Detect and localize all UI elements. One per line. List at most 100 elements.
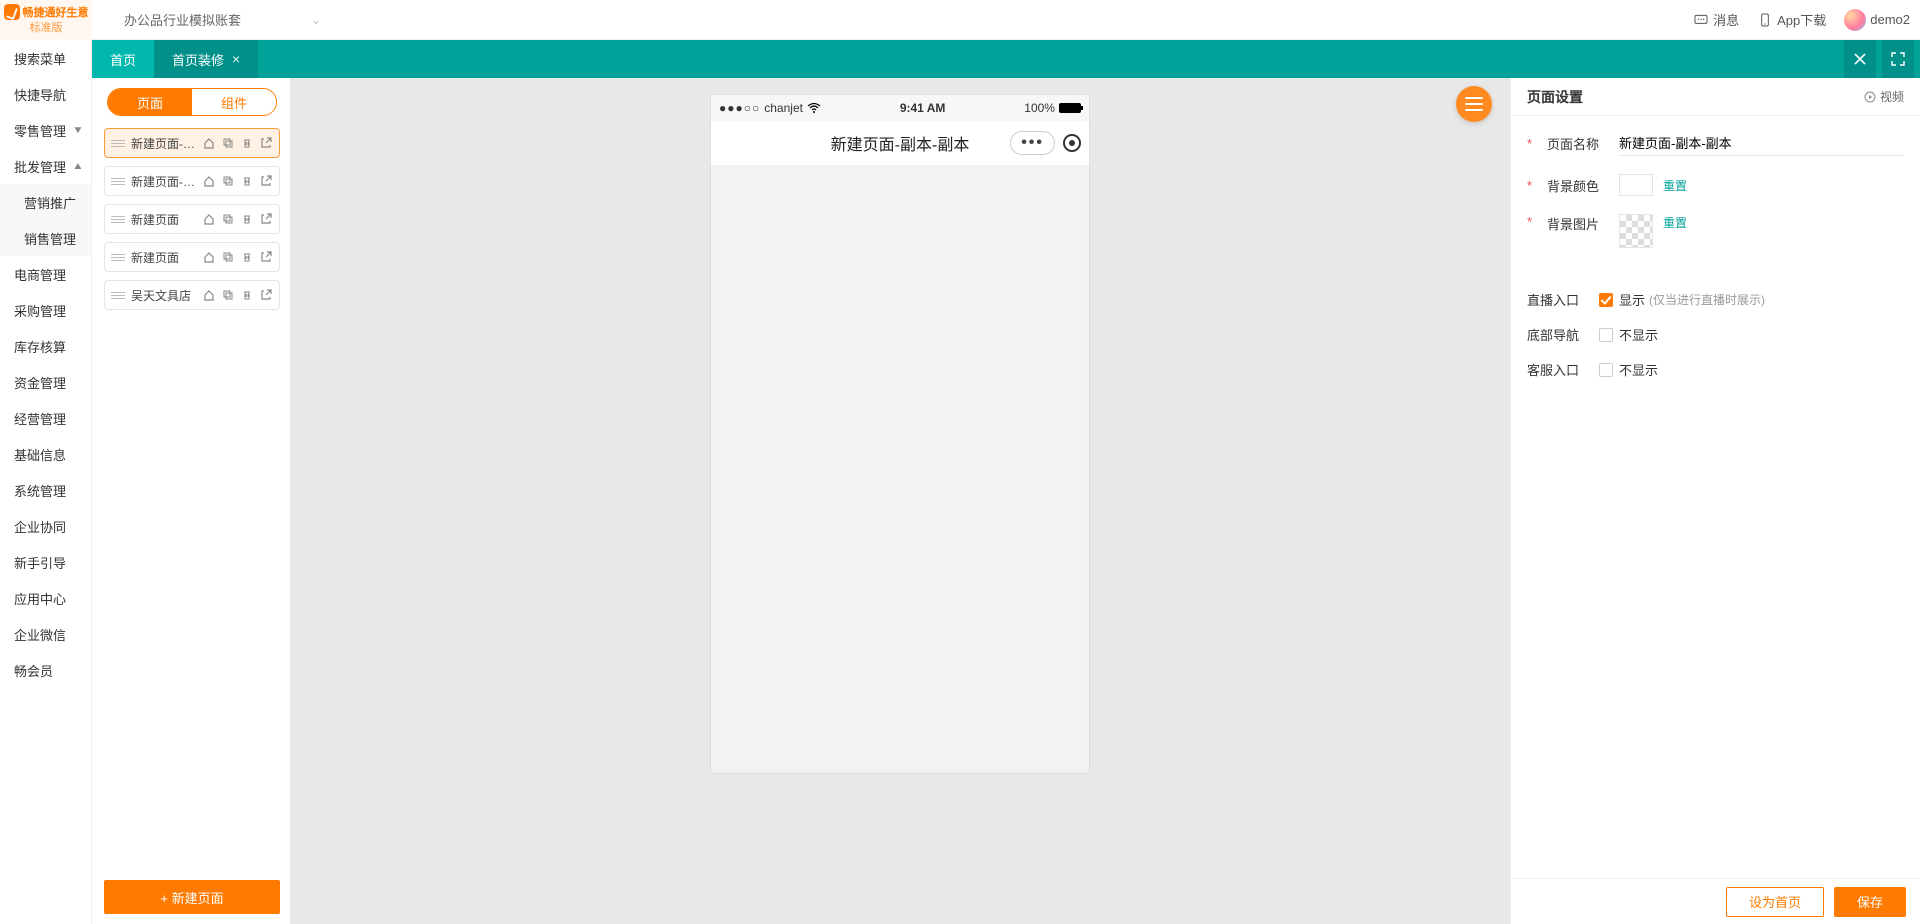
copy-icon[interactable] (221, 174, 235, 188)
delete-icon[interactable] (240, 288, 254, 302)
chevron-icon: ▼ (72, 125, 84, 136)
nav-item[interactable]: 采购管理 (0, 292, 91, 328)
tab-home[interactable]: 首页 (92, 40, 154, 78)
save-button[interactable]: 保存 (1834, 887, 1906, 917)
nav-item[interactable]: 批发管理▲ (0, 148, 91, 184)
page-item-name: 新建页面-副本 (131, 173, 196, 190)
page-list-item[interactable]: 新建页面-副本 (104, 166, 280, 196)
external-icon[interactable] (259, 250, 273, 264)
signal-icon: ●●●○○ (719, 101, 760, 115)
shop-selector[interactable]: 办公品行业模拟账套 ⌄ (124, 10, 321, 29)
page-name-label: 页面名称 (1547, 134, 1609, 153)
bg-image-picker[interactable] (1619, 214, 1653, 248)
page-list-item[interactable]: 新建页面 (104, 204, 280, 234)
expand-icon (1891, 52, 1905, 66)
set-home-button[interactable]: 设为首页 (1726, 887, 1824, 917)
fullscreen-button[interactable] (1882, 40, 1914, 78)
home-icon[interactable] (202, 250, 216, 264)
delete-icon[interactable] (240, 212, 254, 226)
canvas: ●●●○○ chanjet 9:41 AM 100% (290, 78, 1510, 924)
copy-icon[interactable] (221, 250, 235, 264)
home-icon[interactable] (202, 174, 216, 188)
bottom-nav-text: 不显示 (1619, 325, 1658, 344)
nav-item[interactable]: 应用中心 (0, 580, 91, 616)
x-icon (1853, 52, 1867, 66)
chevron-down-icon: ⌄ (311, 13, 321, 27)
nav-item[interactable]: 新手引导 (0, 544, 91, 580)
video-help-button[interactable]: 视频 (1864, 88, 1904, 105)
nav-item[interactable]: 企业协同 (0, 508, 91, 544)
external-icon[interactable] (259, 212, 273, 226)
bottom-nav-checkbox[interactable] (1599, 328, 1613, 342)
nav-item[interactable]: 快捷导航 (0, 76, 91, 112)
fab-menu-button[interactable] (1456, 86, 1492, 122)
live-show-text: 显示 (1619, 290, 1645, 309)
external-icon[interactable] (259, 174, 273, 188)
page-list-panel: 页面 组件 新建页面-副本...新建页面-副本新建页面新建页面吴天文具店 + 新… (92, 78, 290, 924)
external-icon[interactable] (259, 136, 273, 150)
nav-subitem[interactable]: 营销推广 (0, 184, 91, 220)
drag-handle-icon[interactable] (111, 250, 125, 264)
drag-handle-icon[interactable] (111, 174, 125, 188)
wifi-icon (807, 103, 821, 113)
page-list-item[interactable]: 吴天文具店 (104, 280, 280, 310)
avatar (1844, 9, 1866, 31)
home-icon[interactable] (202, 288, 216, 302)
service-checkbox[interactable] (1599, 363, 1613, 377)
miniapp-close-button[interactable] (1063, 134, 1081, 152)
messages-button[interactable]: 消息 (1693, 10, 1739, 29)
page-list-item[interactable]: 新建页面 (104, 242, 280, 272)
app-download-button[interactable]: App下载 (1757, 10, 1826, 29)
nav-item[interactable]: 电商管理 (0, 256, 91, 292)
phone-status-bar: ●●●○○ chanjet 9:41 AM 100% (711, 95, 1089, 121)
nav-item[interactable]: 库存核算 (0, 328, 91, 364)
tab-bar: 首页 首页装修 × (92, 40, 1920, 78)
seg-component[interactable]: 组件 (192, 89, 276, 115)
bg-color-reset[interactable]: 重置 (1663, 177, 1687, 194)
nav-item[interactable]: 零售管理▼ (0, 112, 91, 148)
play-icon (1864, 91, 1876, 103)
delete-icon[interactable] (240, 174, 254, 188)
live-hint: (仅当进行直播时展示) (1649, 291, 1765, 308)
page-list-item[interactable]: 新建页面-副本... (104, 128, 280, 158)
brand-text: 畅捷通好生意 (23, 4, 89, 20)
home-icon[interactable] (202, 212, 216, 226)
nav-item[interactable]: 搜索菜单 (0, 40, 91, 76)
nav-item[interactable]: 企业微信 (0, 616, 91, 652)
close-icon[interactable]: × (232, 51, 240, 67)
bg-color-swatch[interactable] (1619, 174, 1653, 196)
page-item-name: 新建页面-副本... (131, 135, 196, 152)
nav-item[interactable]: 经营管理 (0, 400, 91, 436)
tab-close-button[interactable] (1844, 40, 1876, 78)
seg-page[interactable]: 页面 (108, 89, 192, 115)
phone-icon (1757, 12, 1773, 28)
copy-icon[interactable] (221, 212, 235, 226)
nav-item[interactable]: 基础信息 (0, 436, 91, 472)
new-page-button[interactable]: + 新建页面 (104, 880, 280, 914)
nav-item[interactable]: 畅会员 (0, 652, 91, 688)
chevron-icon: ▲ (72, 161, 84, 172)
nav-subitem[interactable]: 销售管理 (0, 220, 91, 256)
copy-icon[interactable] (221, 136, 235, 150)
tab-page-decoration[interactable]: 首页装修 × (154, 40, 258, 78)
delete-icon[interactable] (240, 250, 254, 264)
miniapp-menu-button[interactable]: ••• (1010, 131, 1055, 155)
drag-handle-icon[interactable] (111, 212, 125, 226)
drag-handle-icon[interactable] (111, 288, 125, 302)
brand-icon (4, 4, 20, 20)
nav-item[interactable]: 资金管理 (0, 364, 91, 400)
delete-icon[interactable] (240, 136, 254, 150)
external-icon[interactable] (259, 288, 273, 302)
shop-selector-label: 办公品行业模拟账套 (124, 10, 241, 29)
phone-header: 新建页面-副本-副本 ••• (711, 121, 1089, 165)
logo[interactable]: 畅捷通好生意 标准版 (0, 0, 92, 40)
live-show-checkbox[interactable] (1599, 293, 1613, 307)
page-name-input[interactable] (1619, 130, 1904, 156)
bg-image-reset[interactable]: 重置 (1663, 214, 1687, 231)
home-icon[interactable] (202, 136, 216, 150)
copy-icon[interactable] (221, 288, 235, 302)
drag-handle-icon[interactable] (111, 136, 125, 150)
nav-item[interactable]: 系统管理 (0, 472, 91, 508)
bg-image-label: 背景图片 (1547, 214, 1609, 233)
user-menu[interactable]: demo2 (1844, 9, 1910, 31)
